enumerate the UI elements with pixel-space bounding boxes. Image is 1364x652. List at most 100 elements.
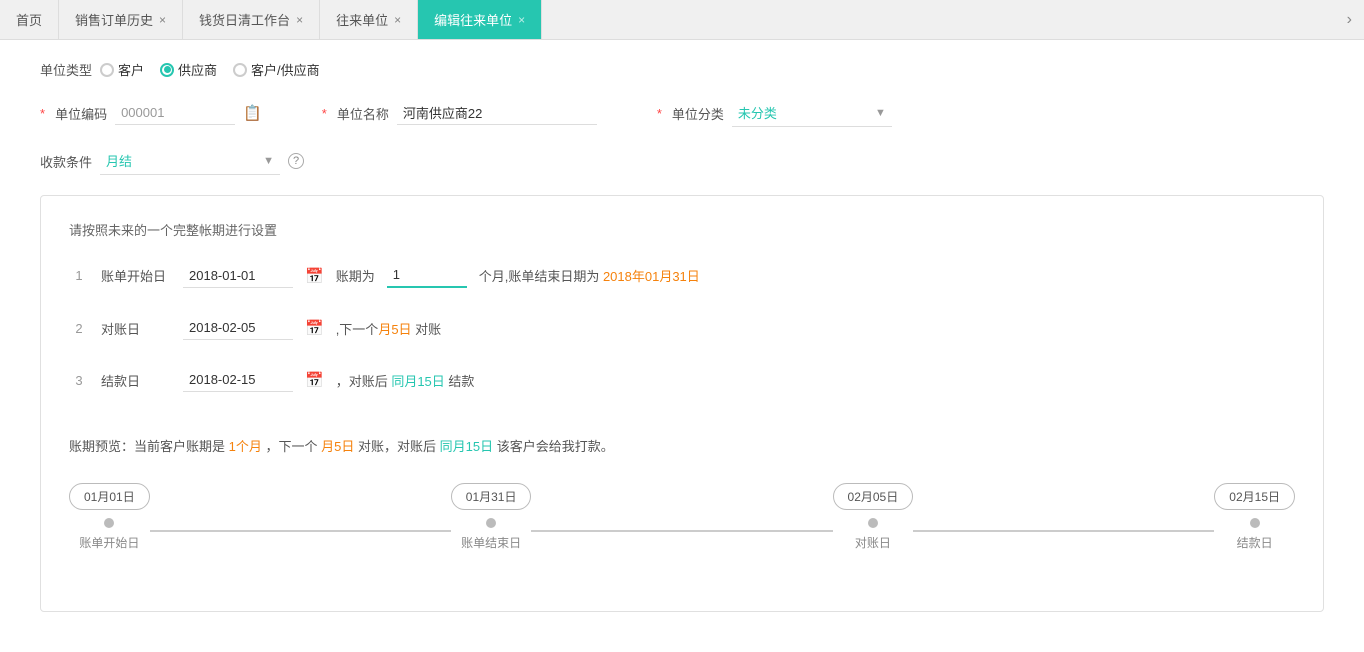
- payment-day-highlight: 同月15日: [391, 374, 444, 389]
- reconcile-desc: ,下一个月5日 对账: [336, 319, 441, 338]
- unit-code-input[interactable]: [115, 101, 235, 125]
- timeline-point-4: 02月15日 结款日: [1214, 483, 1295, 551]
- preview-suffix: 该客户会给我打款。: [497, 439, 614, 454]
- unit-name-input[interactable]: [397, 101, 597, 125]
- preview-months: 1个月: [229, 439, 262, 454]
- tab-label: 编辑往来单位: [434, 10, 512, 29]
- tab-label: 钱货日清工作台: [199, 10, 290, 29]
- required-star: *: [322, 106, 327, 121]
- preview-middle2: 对账，对账后: [358, 439, 436, 454]
- calendar-icon-1[interactable]: 📅: [305, 267, 324, 285]
- radio-circle-customer: [100, 63, 114, 77]
- close-icon[interactable]: ×: [394, 13, 401, 27]
- calendar-icon-3[interactable]: 📅: [305, 371, 324, 389]
- timeline-badge-3: 02月05日: [833, 483, 914, 510]
- unit-type-label: 单位类型: [40, 60, 92, 79]
- row-number-3: 3: [69, 373, 89, 388]
- unit-classify-value: 未分类: [738, 103, 871, 122]
- timeline-dot-3: [868, 518, 878, 528]
- chevron-down-icon: ▼: [875, 107, 886, 119]
- unit-name-label: 单位名称: [337, 104, 389, 123]
- timeline-label-2: 账单结束日: [461, 534, 521, 551]
- main-content: 单位类型 客户 供应商 客户/供应商 * 单位编码: [0, 40, 1364, 652]
- preview-prefix: 账期预览：当前客户账期是: [69, 439, 225, 454]
- unit-type-row: 单位类型 客户 供应商 客户/供应商: [40, 60, 1324, 79]
- close-icon[interactable]: ×: [518, 13, 525, 27]
- payment-terms-label: 收款条件: [40, 152, 92, 171]
- timeline-label-4: 结款日: [1237, 534, 1273, 551]
- timeline-label-1: 账单开始日: [79, 534, 139, 551]
- tab-label: 首页: [16, 10, 42, 29]
- help-icon[interactable]: ?: [288, 153, 304, 169]
- tab-cash-workbench[interactable]: 钱货日清工作台 ×: [183, 0, 320, 39]
- unit-classify-label: 单位分类: [672, 104, 724, 123]
- tab-more-button[interactable]: ›: [1335, 0, 1364, 39]
- reconcile-day-highlight: 月5日: [378, 322, 411, 337]
- tab-sales-history[interactable]: 销售订单历史 ×: [59, 0, 183, 39]
- tab-partners[interactable]: 往来单位 ×: [320, 0, 418, 39]
- row-label-1: 账单开始日: [101, 266, 171, 285]
- timeline: 01月01日 账单开始日 01月31日 账单结束日 02月05日 对账日: [69, 483, 1295, 551]
- period-end-desc: 个月,账单结束日期为 2018年01月31日: [479, 266, 700, 285]
- month-count-input[interactable]: [387, 263, 467, 288]
- tab-bar: 首页 销售订单历史 × 钱货日清工作台 × 往来单位 × 编辑往来单位 × ›: [0, 0, 1364, 40]
- radio-circle-supplier: [160, 63, 174, 77]
- radio-group: 客户 供应商 客户/供应商: [100, 60, 320, 79]
- unit-classify-dropdown[interactable]: 未分类 ▼: [732, 99, 892, 127]
- tab-home[interactable]: 首页: [0, 0, 59, 39]
- payment-terms-value: 月结: [106, 151, 259, 170]
- timeline-dot-2: [486, 518, 496, 528]
- timeline-line-3: [913, 530, 1214, 532]
- radio-supplier[interactable]: 供应商: [160, 60, 217, 79]
- calendar-icon-2[interactable]: 📅: [305, 319, 324, 337]
- chevron-down-icon: ▼: [263, 155, 274, 167]
- close-icon[interactable]: ×: [296, 13, 303, 27]
- settings-box: 请按照未来的一个完整帐期进行设置 1 账单开始日 📅 账期为 个月,账单结束日期…: [40, 195, 1324, 612]
- settings-row-2: 2 对账日 📅 ,下一个月5日 对账: [69, 316, 1295, 340]
- preview-section: 账期预览：当前客户账期是 1个月 ，下一个 月5日 对账，对账后 同月15日 该…: [69, 420, 1295, 567]
- close-icon[interactable]: ×: [159, 13, 166, 27]
- payment-desc: ，对账后 同月15日 结款: [336, 371, 475, 390]
- preview-middle1: ，下一个: [266, 439, 318, 454]
- radio-both-label: 客户/供应商: [251, 60, 320, 79]
- timeline-dot-1: [104, 518, 114, 528]
- radio-customer[interactable]: 客户: [100, 60, 144, 79]
- preview-reconcile-day: 月5日: [321, 439, 354, 454]
- unit-code-group: * 单位编码 📋: [40, 101, 262, 125]
- timeline-point-2: 01月31日 账单结束日: [451, 483, 532, 551]
- payment-date-input[interactable]: [183, 368, 293, 392]
- reconcile-date-input[interactable]: [183, 316, 293, 340]
- radio-customer-label: 客户: [118, 60, 144, 79]
- row-number-1: 1: [69, 268, 89, 283]
- preview-payment-day: 同月15日: [440, 439, 493, 454]
- timeline-line-2: [531, 530, 832, 532]
- settings-row-3: 3 结款日 📅 ，对账后 同月15日 结款: [69, 368, 1295, 392]
- unit-classify-group: * 单位分类 未分类 ▼: [657, 99, 892, 127]
- radio-circle-both: [233, 63, 247, 77]
- required-star: *: [40, 106, 45, 121]
- tab-label: 往来单位: [336, 10, 388, 29]
- required-star: *: [657, 106, 662, 121]
- unit-name-group: * 单位名称: [322, 101, 597, 125]
- copy-icon[interactable]: 📋: [243, 104, 262, 122]
- timeline-point-1: 01月01日 账单开始日: [69, 483, 150, 551]
- unit-info-row: * 单位编码 📋 * 单位名称 * 单位分类 未分类 ▼: [40, 99, 1324, 127]
- row-label-2: 对账日: [101, 319, 171, 338]
- timeline-label-3: 对账日: [855, 534, 891, 551]
- unit-code-label: 单位编码: [55, 104, 107, 123]
- row-number-2: 2: [69, 321, 89, 336]
- radio-both[interactable]: 客户/供应商: [233, 60, 320, 79]
- timeline-badge-4: 02月15日: [1214, 483, 1295, 510]
- preview-text: 账期预览：当前客户账期是 1个月 ，下一个 月5日 对账，对账后 同月15日 该…: [69, 436, 1295, 455]
- payment-terms-row: 收款条件 月结 ▼ ?: [40, 147, 1324, 175]
- start-date-input[interactable]: [183, 264, 293, 288]
- settings-row-1: 1 账单开始日 📅 账期为 个月,账单结束日期为 2018年01月31日: [69, 263, 1295, 288]
- radio-supplier-label: 供应商: [178, 60, 217, 79]
- timeline-point-3: 02月05日 对账日: [833, 483, 914, 551]
- tab-label: 销售订单历史: [75, 10, 153, 29]
- payment-terms-dropdown[interactable]: 月结 ▼: [100, 147, 280, 175]
- timeline-line-1: [150, 530, 451, 532]
- timeline-dot-4: [1250, 518, 1260, 528]
- end-date-highlight: 2018年01月31日: [603, 269, 700, 284]
- tab-edit-partner[interactable]: 编辑往来单位 ×: [418, 0, 542, 39]
